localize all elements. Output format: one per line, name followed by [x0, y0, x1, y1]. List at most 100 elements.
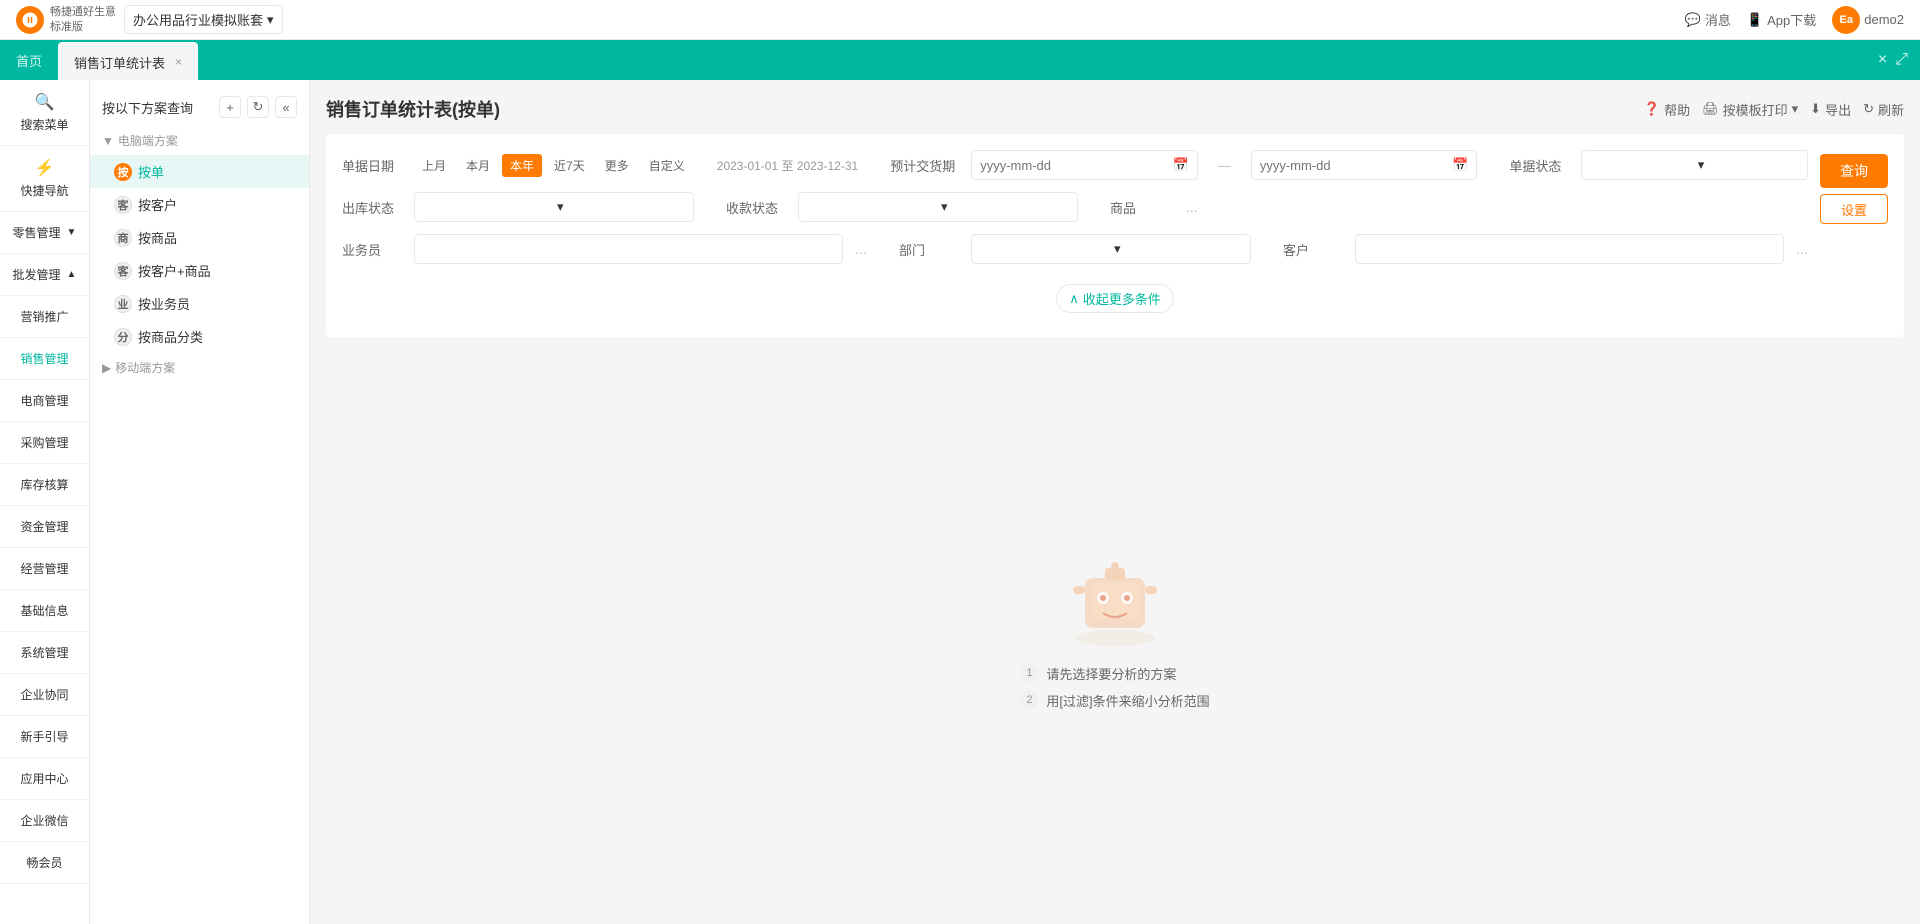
left-panel: 按以下方案查询 + ↻ « ▼ 电脑端方案 按 按单 客 按客户 商	[90, 80, 310, 924]
content-area: 按以下方案查询 + ↻ « ▼ 电脑端方案 按 按单 客 按客户 商	[90, 80, 1920, 924]
sidebar-item-purchase[interactable]: 采购管理	[0, 422, 89, 464]
pc-section-chevron: ▼	[102, 134, 114, 148]
dropdown-chevron-icon: ▾	[267, 12, 274, 28]
logo-icon	[16, 6, 44, 34]
search-icon: 🔍	[35, 92, 55, 112]
retail-arrow-icon: ▼	[67, 227, 77, 238]
sidebar-item-search[interactable]: 🔍 搜索菜单	[0, 80, 89, 146]
export-button[interactable]: ⬇ 导出	[1810, 100, 1851, 119]
delivery-arrow-icon: ▾	[557, 199, 685, 215]
tab-close-icon[interactable]: ×	[175, 55, 182, 69]
delivery-status-select[interactable]: ▾	[414, 192, 694, 222]
date-range-display: 2023-01-01 至 2023-12-31	[717, 157, 858, 174]
right-panel-inner: 销售订单统计表(按单) ❓ 帮助 🖨 按模板打印 ▾ ⬇	[310, 80, 1920, 924]
sidebar-item-inventory[interactable]: 库存核算	[0, 464, 89, 506]
expected-delivery-to-input[interactable]	[1260, 158, 1446, 173]
export-icon: ⬇	[1810, 101, 1821, 117]
sidebar-item-retail[interactable]: 零售管理 ▼	[0, 212, 89, 254]
expected-delivery-to[interactable]: 📅	[1251, 150, 1478, 180]
sidebar-item-basic-info[interactable]: 基础信息	[0, 590, 89, 632]
product-input-group: ...	[1182, 199, 1808, 215]
sidebar-item-wechat[interactable]: 企业微信	[0, 800, 89, 842]
sidebar-item-ecommerce[interactable]: 电商管理	[0, 380, 89, 422]
by-product-category-icon: 分	[114, 328, 132, 346]
template-print-button[interactable]: 🖨 按模板打印 ▾	[1702, 100, 1798, 119]
customer-label: 客户	[1283, 240, 1339, 259]
empty-illustration	[1055, 548, 1175, 648]
empty-state: 1 请先选择要分析的方案 2 用[过滤]条件来缩小分析范围	[326, 349, 1904, 908]
expected-delivery-from[interactable]: 📅	[971, 150, 1198, 180]
user-area[interactable]: Ea demo2	[1832, 6, 1904, 34]
empty-tip-2: 2 用[过滤]条件来缩小分析范围	[1020, 691, 1209, 710]
top-bar: 畅捷通好生意 标准版 办公用品行业模拟账套 ▾ 💬 消息 📱 App下载 Ea …	[0, 0, 1920, 40]
sidebar-item-vip[interactable]: 畅会员	[0, 842, 89, 884]
payment-arrow-icon: ▾	[941, 199, 1069, 215]
collapse-panel-button[interactable]: «	[275, 96, 297, 118]
calendar-from-icon[interactable]: 📅	[1173, 157, 1189, 173]
quick-nav-icon: ⚡	[35, 158, 55, 178]
date-tab-last-7-days[interactable]: 近7天	[546, 154, 593, 177]
calendar-to-icon[interactable]: 📅	[1452, 157, 1468, 173]
message-action[interactable]: 💬 消息	[1685, 10, 1731, 29]
sidebar-item-app-center[interactable]: 应用中心	[0, 758, 89, 800]
salesperson-input[interactable]	[414, 234, 843, 264]
refresh-scheme-button[interactable]: ↻	[247, 96, 269, 118]
expected-delivery-label: 预计交货期	[890, 156, 955, 175]
date-separator: —	[1214, 158, 1235, 173]
settings-button[interactable]: 设置	[1820, 194, 1888, 224]
sidebar-item-finance[interactable]: 资金管理	[0, 506, 89, 548]
sidebar-item-enterprise[interactable]: 企业协同	[0, 674, 89, 716]
filter-row-2: 出库状态 ▾ 收款状态 ▾ 商品	[342, 192, 1808, 222]
tab-home[interactable]: 首页	[0, 40, 58, 80]
sidebar-item-system[interactable]: 系统管理	[0, 632, 89, 674]
date-tab-custom[interactable]: 自定义	[641, 154, 693, 177]
help-button[interactable]: ❓ 帮助	[1644, 100, 1690, 119]
by-customer-product-icon: 客	[114, 262, 132, 280]
empty-tip-1: 1 请先选择要分析的方案	[1020, 664, 1209, 683]
sidebar-item-marketing[interactable]: 营销推广	[0, 296, 89, 338]
refresh-button[interactable]: ↻ 刷新	[1863, 100, 1904, 119]
panel-header-actions: + ↻ «	[219, 96, 297, 118]
customer-input[interactable]	[1355, 234, 1784, 264]
account-selector[interactable]: 办公用品行业模拟账套 ▾	[124, 5, 283, 34]
tab-minimize-icon[interactable]: ×	[1878, 51, 1887, 69]
sidebar-item-operations[interactable]: 经营管理	[0, 548, 89, 590]
date-tabs: 上月 本月 本年 近7天 更多 自定义	[414, 154, 693, 177]
filter-main-row: 单据日期 上月 本月 本年 近7天 更多 自定义 2023-01-01 至 20…	[342, 150, 1888, 264]
tree-item-by-product-category[interactable]: 分 按商品分类	[90, 320, 309, 353]
expected-delivery-from-input[interactable]	[980, 158, 1166, 173]
print-dropdown-icon: ▾	[1792, 101, 1799, 117]
avatar: Ea	[1832, 6, 1860, 34]
add-scheme-button[interactable]: +	[219, 96, 241, 118]
tab-expand-icon[interactable]: ⤢	[1895, 51, 1908, 69]
salesperson-ellipsis-btn[interactable]: ...	[855, 241, 867, 257]
sidebar-item-quick-nav[interactable]: ⚡ 快捷导航	[0, 146, 89, 212]
department-select[interactable]: ▾	[971, 234, 1251, 264]
sidebar-item-sales[interactable]: 销售管理	[0, 338, 89, 380]
tree-item-by-product[interactable]: 商 按商品	[90, 221, 309, 254]
payment-status-select[interactable]: ▾	[798, 192, 1078, 222]
sidebar-item-newbie[interactable]: 新手引导	[0, 716, 89, 758]
query-button[interactable]: 查询	[1820, 154, 1888, 188]
tree-item-by-customer-product[interactable]: 客 按客户+商品	[90, 254, 309, 287]
app-download-action[interactable]: 📱 App下载	[1747, 10, 1816, 29]
date-tab-last-month[interactable]: 上月	[414, 154, 454, 177]
doc-status-select[interactable]: ▾	[1581, 150, 1808, 180]
customer-ellipsis-btn[interactable]: ...	[1796, 241, 1808, 257]
collapse-row: ∧ 收起更多条件	[342, 276, 1888, 321]
collapse-button[interactable]: ∧ 收起更多条件	[1056, 284, 1174, 313]
date-tab-more[interactable]: 更多	[597, 154, 637, 177]
mobile-section-chevron: ▶	[102, 361, 111, 375]
tree-item-by-customer[interactable]: 客 按客户	[90, 188, 309, 221]
tab-sales-order-stats[interactable]: 销售订单统计表 ×	[58, 42, 198, 82]
customer-input-group: ...	[1355, 234, 1808, 264]
sidebar-item-wholesale[interactable]: 批发管理 ▲	[0, 254, 89, 296]
panel-header-label: 按以下方案查询	[102, 98, 193, 117]
product-ellipsis-btn[interactable]: ...	[1186, 199, 1198, 215]
by-salesperson-icon: 业	[114, 295, 132, 313]
tree-item-by-salesperson[interactable]: 业 按业务员	[90, 287, 309, 320]
date-tab-this-month[interactable]: 本月	[458, 154, 498, 177]
tree-item-by-order[interactable]: 按 按单	[90, 155, 309, 188]
date-tab-this-year[interactable]: 本年	[502, 154, 542, 177]
right-panel: 销售订单统计表(按单) ❓ 帮助 🖨 按模板打印 ▾ ⬇	[310, 80, 1920, 924]
